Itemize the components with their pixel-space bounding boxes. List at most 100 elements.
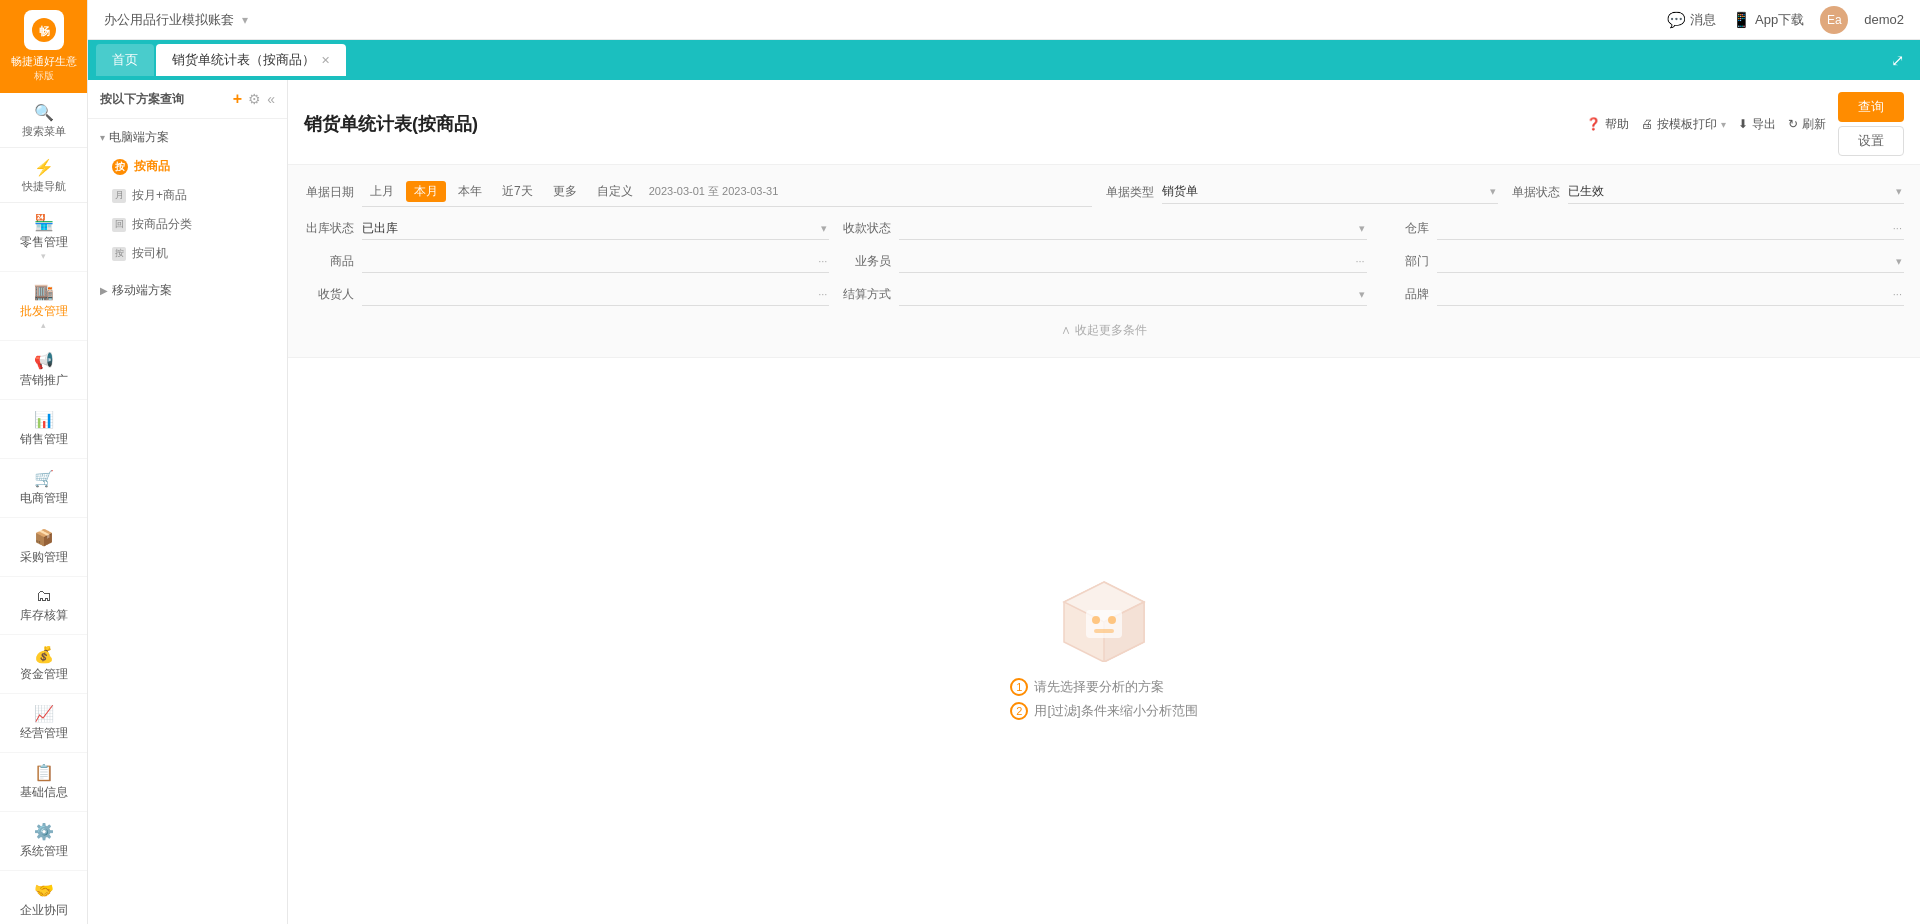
sidebar-item-inventory[interactable]: 🗂 库存核算 [0, 577, 87, 635]
filter-settings-btn[interactable]: ⚙ [248, 91, 261, 107]
industry-selector[interactable]: 办公用品行业模拟账套 [104, 11, 234, 29]
filter-item-month-product[interactable]: 月 按月+商品 [88, 181, 287, 210]
brand-more-icon[interactable]: ··· [1891, 288, 1904, 300]
quick-nav-label: 快捷导航 [22, 179, 66, 194]
collapse-conditions-btn[interactable]: ∧ 收起更多条件 [304, 316, 1904, 345]
sidebar-item-purchase[interactable]: 📦 采购管理 [0, 518, 87, 577]
step1-num: 1 [1010, 678, 1028, 696]
payment-method-input[interactable] [899, 287, 1356, 301]
filter-row-3: 商品 ··· 业务员 ··· 部门 [304, 250, 1904, 273]
empty-state: 1 请先选择要分析的方案 2 用[过滤]条件来缩小分析范围 [288, 358, 1920, 924]
refresh-btn[interactable]: ↻ 刷新 [1788, 116, 1826, 133]
salesperson-input[interactable] [899, 254, 1353, 268]
sidebar-item-system[interactable]: ⚙️ 系统管理 [0, 812, 87, 871]
marketing-icon: 📢 [34, 351, 54, 370]
receiver-input[interactable] [362, 287, 816, 301]
operation-icon: 📈 [34, 704, 54, 723]
sidebar-item-marketing[interactable]: 📢 营销推广 [0, 341, 87, 400]
sidebar-item-finance-label: 资金管理 [20, 666, 68, 683]
sidebar-item-retail[interactable]: 🏪 零售管理 ▾ [0, 203, 87, 272]
export-btn[interactable]: ⬇ 导出 [1738, 116, 1776, 133]
filter-item-machine[interactable]: 按 按司机 [88, 239, 287, 268]
product-more-icon[interactable]: ··· [816, 255, 829, 267]
department-dropdown-icon[interactable]: ▾ [1894, 255, 1904, 268]
outbound-dropdown-icon[interactable]: ▾ [819, 222, 829, 235]
sidebar-item-finance[interactable]: 💰 资金管理 [0, 635, 87, 694]
finance-icon: 💰 [34, 645, 54, 664]
sidebar-item-ecommerce[interactable]: 🛒 电商管理 [0, 459, 87, 518]
query-action-group: 查询 设置 [1838, 92, 1904, 156]
outbound-input[interactable] [362, 221, 819, 235]
date-btn-last-month[interactable]: 上月 [362, 181, 402, 202]
warehouse-more-icon[interactable]: ··· [1891, 222, 1904, 234]
doc-type-input[interactable] [1162, 185, 1488, 199]
tab-expand-btn[interactable]: ⤢ [1883, 51, 1912, 70]
filter-row-1: 单据日期 上月 本月 本年 近7天 更多 自定义 2023-03-01 至 20… [304, 177, 1904, 207]
filter-field-brand: 品牌 ··· [1379, 283, 1904, 306]
filter-sidebar-title: 按以下方案查询 [100, 91, 184, 108]
payment-input[interactable] [899, 221, 1356, 235]
left-sidebar: 畅 畅捷通好生意 标版 🔍 搜索菜单 ⚡ 快捷导航 🏪 零售管理 ▾ 🏬 批发管… [0, 0, 88, 924]
mobile-section-label: 移动端方案 [112, 282, 172, 299]
doc-status-input[interactable] [1568, 185, 1894, 199]
print-btn[interactable]: 🖨 按模板打印 ▾ [1641, 116, 1726, 133]
top-header: 办公用品行业模拟账套 ▾ 💬 消息 📱 App下载 Ea demo2 [88, 0, 1920, 40]
sidebar-item-corp[interactable]: 🤝 企业协同 [0, 871, 87, 924]
product-control: ··· [362, 250, 829, 273]
filter-section-mobile-title[interactable]: ▶ 移动端方案 [88, 276, 287, 305]
tab-report-close[interactable]: ✕ [321, 54, 330, 67]
mobile-expand-icon: ▶ [100, 285, 108, 296]
sidebar-item-retail-label: 零售管理 [20, 234, 68, 251]
message-btn[interactable]: 💬 消息 [1667, 11, 1716, 29]
sidebar-item-basic[interactable]: 📋 基础信息 [0, 753, 87, 812]
filter-collapse-btn[interactable]: « [267, 91, 275, 107]
svg-point-7 [1108, 616, 1116, 624]
date-btn-more[interactable]: 更多 [545, 181, 585, 202]
filter-section-desktop-title[interactable]: ▾ 电脑端方案 [88, 123, 287, 152]
department-input[interactable] [1437, 254, 1894, 268]
header-right: 💬 消息 📱 App下载 Ea demo2 [1667, 6, 1904, 34]
app-logo[interactable]: 畅 畅捷通好生意 标版 [0, 0, 87, 93]
industry-chevron[interactable]: ▾ [242, 13, 248, 27]
payment-dropdown-icon[interactable]: ▾ [1357, 222, 1367, 235]
ecommerce-icon: 🛒 [34, 469, 54, 488]
salesperson-more-icon[interactable]: ··· [1353, 255, 1366, 267]
app-subtitle: 标版 [34, 69, 54, 83]
sidebar-item-sales[interactable]: 📊 销售管理 [0, 400, 87, 459]
help-btn[interactable]: ❓ 帮助 [1586, 116, 1629, 133]
filter-field-department: 部门 ▾ [1379, 250, 1904, 273]
user-avatar[interactable]: Ea [1820, 6, 1848, 34]
username[interactable]: demo2 [1864, 12, 1904, 27]
avatar-text: Ea [1827, 13, 1842, 27]
date-btn-custom[interactable]: 自定义 [589, 181, 641, 202]
export-icon: ⬇ [1738, 117, 1748, 131]
warehouse-input[interactable] [1437, 221, 1891, 235]
page-actions: ❓ 帮助 🖨 按模板打印 ▾ ⬇ 导出 ↻ 刷新 [1586, 92, 1904, 156]
date-btn-7days[interactable]: 近7天 [494, 181, 541, 202]
product-input[interactable] [362, 254, 816, 268]
sidebar-item-wholesale[interactable]: 🏬 批发管理 ▴ [0, 272, 87, 341]
sidebar-item-operation[interactable]: 📈 经营管理 [0, 694, 87, 753]
date-btn-this-month[interactable]: 本月 [406, 181, 446, 202]
date-btn-this-year[interactable]: 本年 [450, 181, 490, 202]
tab-report[interactable]: 销货单统计表（按商品） ✕ [156, 44, 346, 76]
quick-nav-btn[interactable]: ⚡ 快捷导航 [0, 148, 87, 203]
salesperson-label: 业务员 [841, 253, 891, 270]
app-download-btn[interactable]: 📱 App下载 [1732, 11, 1804, 29]
print-dropdown-icon[interactable]: ▾ [1721, 119, 1726, 130]
filter-item-by-product[interactable]: 按 按商品 [88, 152, 287, 181]
filter-add-btn[interactable]: + [233, 90, 242, 108]
filter-item-category[interactable]: 回 按商品分类 [88, 210, 287, 239]
query-btn[interactable]: 查询 [1838, 92, 1904, 122]
outbound-label: 出库状态 [304, 220, 354, 237]
filter-field-payment: 收款状态 ▾ [841, 217, 1366, 240]
filter-section-mobile: ▶ 移动端方案 [88, 272, 287, 309]
brand-input[interactable] [1437, 287, 1891, 301]
payment-method-dropdown-icon[interactable]: ▾ [1357, 288, 1367, 301]
tab-home[interactable]: 首页 [96, 44, 154, 76]
doc-status-dropdown-icon[interactable]: ▾ [1894, 185, 1904, 198]
receiver-more-icon[interactable]: ··· [816, 288, 829, 300]
settings-btn[interactable]: 设置 [1838, 126, 1904, 156]
search-menu-btn[interactable]: 🔍 搜索菜单 [0, 93, 87, 148]
doc-type-dropdown-icon[interactable]: ▾ [1488, 185, 1498, 198]
